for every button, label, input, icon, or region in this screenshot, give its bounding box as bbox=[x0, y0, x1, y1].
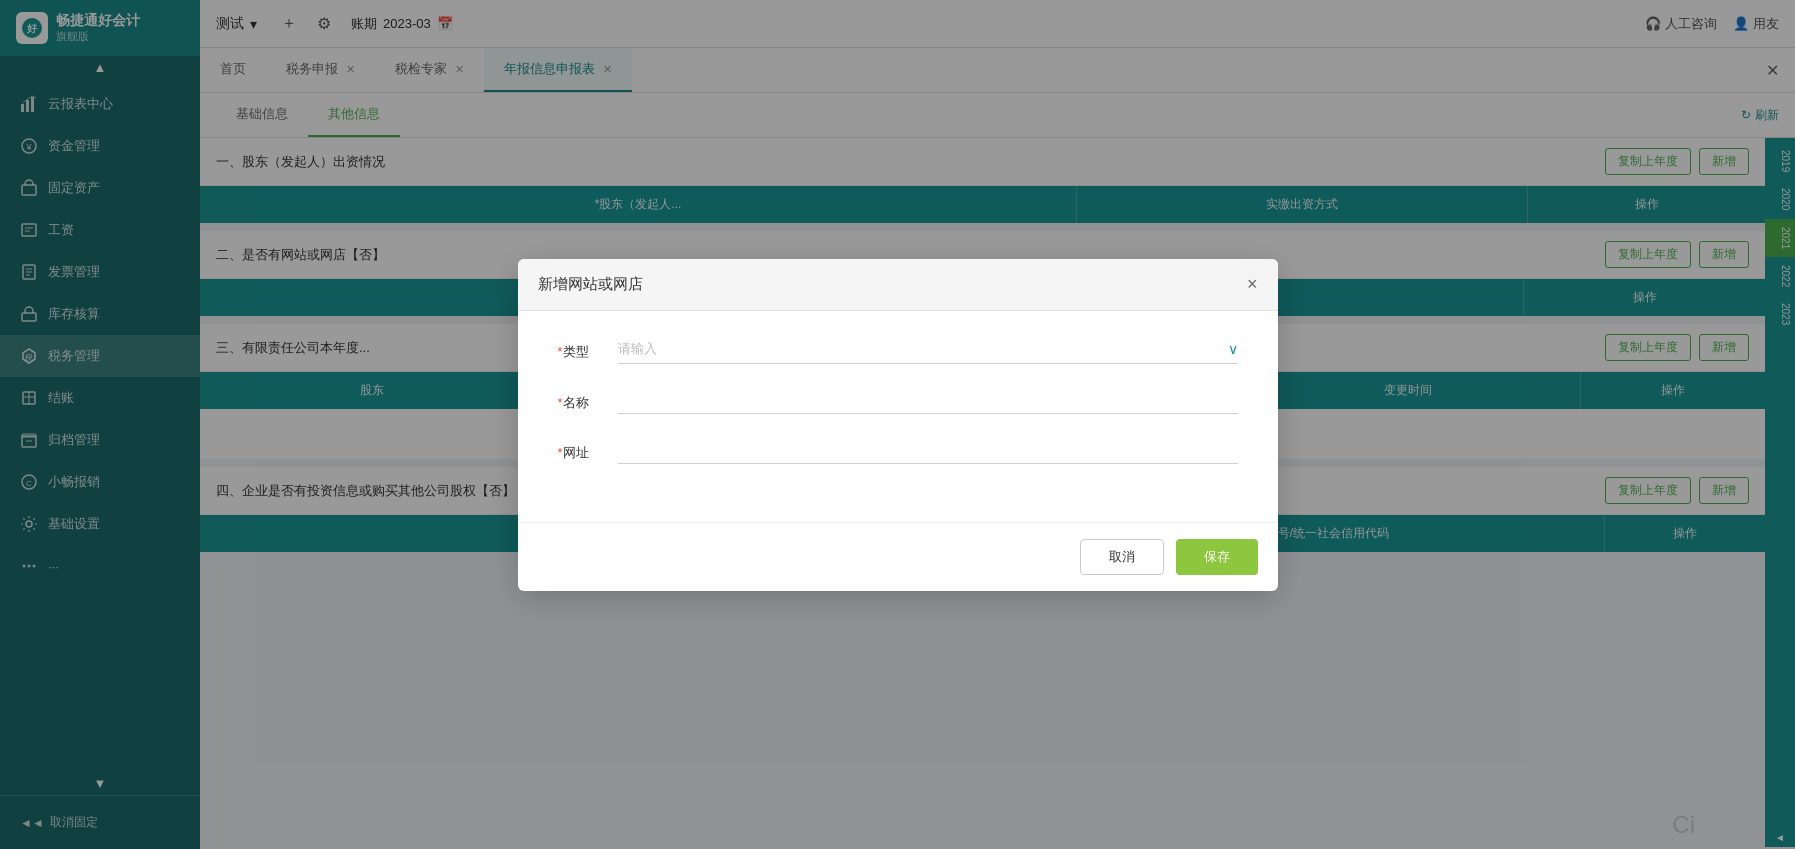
modal-url-input-wrap bbox=[618, 442, 1238, 464]
req-mark-type: * bbox=[558, 344, 563, 359]
modal-title: 新增网站或网店 bbox=[538, 275, 643, 294]
modal-field-url: *网址 bbox=[558, 442, 1238, 464]
modal-field-type: *类型 ∨ bbox=[558, 341, 1238, 364]
modal-url-input[interactable] bbox=[618, 442, 1238, 457]
modal-add-website: 新增网站或网店 × *类型 ∨ *名称 bbox=[518, 259, 1278, 591]
modal-type-input[interactable] bbox=[618, 341, 1228, 356]
modal-overlay[interactable]: 新增网站或网店 × *类型 ∨ *名称 bbox=[0, 0, 1795, 849]
modal-name-input-wrap bbox=[618, 392, 1238, 414]
save-button[interactable]: 保存 bbox=[1176, 539, 1258, 575]
modal-label-type: *类型 bbox=[558, 343, 618, 361]
modal-type-input-wrap: ∨ bbox=[618, 341, 1238, 364]
cancel-button[interactable]: 取消 bbox=[1080, 539, 1164, 575]
modal-body: *类型 ∨ *名称 *网址 bbox=[518, 311, 1278, 522]
modal-footer: 取消 保存 bbox=[518, 522, 1278, 591]
req-mark-url: * bbox=[558, 445, 563, 460]
modal-field-name: *名称 bbox=[558, 392, 1238, 414]
req-mark-name: * bbox=[558, 395, 563, 410]
modal-header: 新增网站或网店 × bbox=[518, 259, 1278, 311]
modal-label-url: *网址 bbox=[558, 444, 618, 462]
modal-close-button[interactable]: × bbox=[1247, 275, 1258, 293]
modal-label-name: *名称 bbox=[558, 394, 618, 412]
modal-name-input[interactable] bbox=[618, 392, 1238, 407]
modal-type-dropdown-icon[interactable]: ∨ bbox=[1228, 341, 1238, 357]
